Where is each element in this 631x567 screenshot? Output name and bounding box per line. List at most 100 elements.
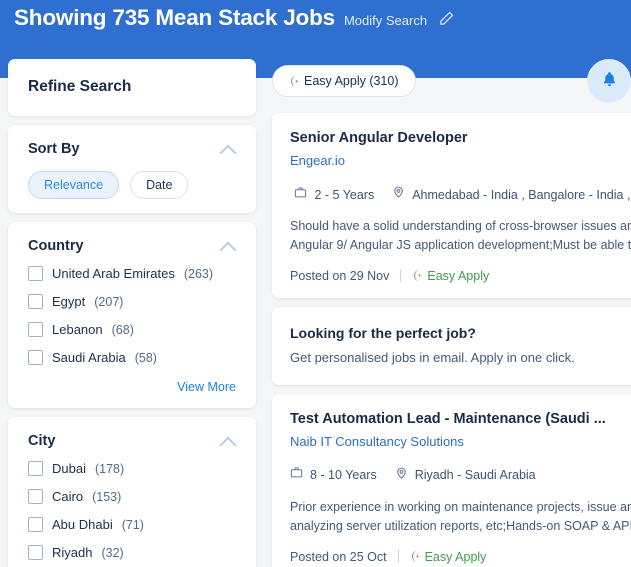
job-footer: Posted on 29 Nov Easy Apply <box>290 269 631 283</box>
facet-title: City <box>28 433 55 449</box>
modify-search-group[interactable]: Modify Search <box>344 10 455 32</box>
filter-option-count: (263) <box>184 267 213 281</box>
checkbox[interactable] <box>28 489 43 504</box>
facet-title: Sort By <box>28 141 80 157</box>
job-experience-text: 2 - 5 Years <box>314 188 374 202</box>
job-card[interactable]: Test Automation Lead - Maintenance (Saud… <box>272 394 631 567</box>
job-description-line: analyzing server utilization reports, et… <box>290 517 631 536</box>
filter-option-dubai[interactable]: Dubai (178) <box>28 461 236 476</box>
job-meta: 8 - 10 Years Riyadh - Saudi Arabia <box>290 466 631 485</box>
facet-country-header[interactable]: Country <box>28 238 236 254</box>
refine-search-sidebar: Refine Search Sort By Relevance Date Cou… <box>8 59 256 567</box>
filter-option-cairo[interactable]: Cairo (153) <box>28 489 236 504</box>
job-description-line: Should have a solid understanding of cro… <box>290 217 631 236</box>
job-results-column: Easy Apply (310) Senior Angular Develope… <box>272 59 631 567</box>
refine-search-title: Refine Search <box>28 78 236 96</box>
job-experience-text: 8 - 10 Years <box>310 468 377 482</box>
filter-option-united-arab-emirates[interactable]: United Arab Emirates (263) <box>28 266 236 281</box>
job-card[interactable]: Senior Angular Developer Engear.io 2 - 5… <box>272 113 631 298</box>
checkbox[interactable] <box>28 294 43 309</box>
sort-pill-relevance[interactable]: Relevance <box>28 171 119 199</box>
checkbox[interactable] <box>28 350 43 365</box>
map-pin-icon <box>395 466 408 485</box>
filter-option-count: (68) <box>112 323 134 337</box>
filter-option-label: Riyadh <box>52 545 92 560</box>
chevron-up-icon[interactable] <box>220 436 236 446</box>
filter-option-count: (32) <box>101 546 123 560</box>
view-more-link[interactable]: View More <box>28 378 236 394</box>
divider <box>400 269 401 282</box>
filter-option-count: (207) <box>94 295 123 309</box>
job-company[interactable]: Engear.io <box>290 153 631 168</box>
easy-apply-filter-label: Easy Apply (310) <box>304 74 399 88</box>
easy-apply-filter-chip[interactable]: Easy Apply (310) <box>272 65 416 97</box>
easy-apply-tag[interactable]: Easy Apply <box>410 550 487 564</box>
divider <box>398 550 399 563</box>
job-search-page: Showing 735 Mean Stack Jobs Modify Searc… <box>0 0 631 567</box>
job-description-line: Angular 9/ Angular JS application develo… <box>290 236 631 255</box>
filter-option-label: Saudi Arabia <box>52 350 126 365</box>
job-location-text: Riyadh - Saudi Arabia <box>415 468 536 482</box>
job-posted-date: Posted on 29 Nov <box>290 269 389 283</box>
facet-sort-by-header[interactable]: Sort By <box>28 141 236 157</box>
filter-option-label: Abu Dhabi <box>52 517 113 532</box>
bolt-icon <box>289 75 298 88</box>
refine-search-panel: Refine Search <box>8 59 256 116</box>
filter-option-saudi-arabia[interactable]: Saudi Arabia (58) <box>28 350 236 365</box>
checkbox[interactable] <box>28 461 43 476</box>
briefcase-icon <box>290 186 307 204</box>
checkbox[interactable] <box>28 517 43 532</box>
filter-option-abu-dhabi[interactable]: Abu Dhabi (71) <box>28 517 236 532</box>
job-title[interactable]: Test Automation Lead - Maintenance (Saud… <box>290 411 631 427</box>
checkbox[interactable] <box>28 545 43 560</box>
filter-option-count: (58) <box>135 351 157 365</box>
facet-country: Country United Arab Emirates (263) Egypt… <box>8 222 256 408</box>
checkbox[interactable] <box>28 322 43 337</box>
filter-option-count: (71) <box>122 518 144 532</box>
chevron-up-icon[interactable] <box>220 144 236 154</box>
job-meta: 2 - 5 Years Ahmedabad - India , Bangalor… <box>290 185 631 204</box>
filter-option-label: United Arab Emirates <box>52 266 175 281</box>
filter-option-count: (178) <box>95 462 124 476</box>
modify-search-link[interactable]: Modify Search <box>344 13 427 28</box>
bolt-icon <box>410 550 419 563</box>
sort-by-pills: Relevance Date <box>28 169 236 199</box>
page-title: Showing 735 Mean Stack Jobs <box>14 5 335 31</box>
filter-bar: Easy Apply (310) <box>272 59 631 103</box>
chevron-up-icon[interactable] <box>220 241 236 251</box>
job-location: Riyadh - Saudi Arabia <box>395 466 536 485</box>
map-pin-icon <box>392 185 405 204</box>
job-posted-date: Posted on 25 Oct <box>290 550 387 564</box>
job-alert-promo[interactable]: Looking for the perfect job? Get persona… <box>272 307 631 385</box>
filter-option-label: Dubai <box>52 461 86 476</box>
job-location: Ahmedabad - India , Bangalore - India , … <box>392 185 631 204</box>
briefcase-icon <box>290 466 303 484</box>
facet-sort-by: Sort By Relevance Date <box>8 125 256 213</box>
promo-subtitle: Get personalised jobs in email. Apply in… <box>290 350 631 365</box>
filter-option-egypt[interactable]: Egypt (207) <box>28 294 236 309</box>
filter-option-count: (153) <box>92 490 121 504</box>
pencil-icon[interactable] <box>438 10 455 32</box>
job-experience: 2 - 5 Years <box>290 186 374 204</box>
filter-option-label: Lebanon <box>52 322 103 337</box>
filter-option-label: Egypt <box>52 294 85 309</box>
filter-option-riyadh[interactable]: Riyadh (32) <box>28 545 236 560</box>
filter-option-lebanon[interactable]: Lebanon (68) <box>28 322 236 337</box>
sort-pill-date[interactable]: Date <box>130 171 188 199</box>
easy-apply-label: Easy Apply <box>425 550 487 564</box>
promo-title: Looking for the perfect job? <box>290 325 631 341</box>
job-experience: 8 - 10 Years <box>290 466 377 484</box>
filter-option-label: Cairo <box>52 489 83 504</box>
job-footer: Posted on 25 Oct Easy Apply <box>290 550 631 564</box>
bolt-icon <box>412 269 421 282</box>
easy-apply-tag[interactable]: Easy Apply <box>412 269 489 283</box>
facet-city: City Dubai (178) Cairo (153) Abu Dhabi (… <box>8 417 256 567</box>
facet-title: Country <box>28 238 84 254</box>
bell-icon <box>601 70 618 93</box>
checkbox[interactable] <box>28 266 43 281</box>
job-alert-button[interactable] <box>587 59 631 103</box>
job-company[interactable]: Naib IT Consultancy Solutions <box>290 434 631 449</box>
facet-city-header[interactable]: City <box>28 433 236 449</box>
job-title[interactable]: Senior Angular Developer <box>290 130 631 146</box>
job-location-text: Ahmedabad - India , Bangalore - India , … <box>412 188 631 202</box>
